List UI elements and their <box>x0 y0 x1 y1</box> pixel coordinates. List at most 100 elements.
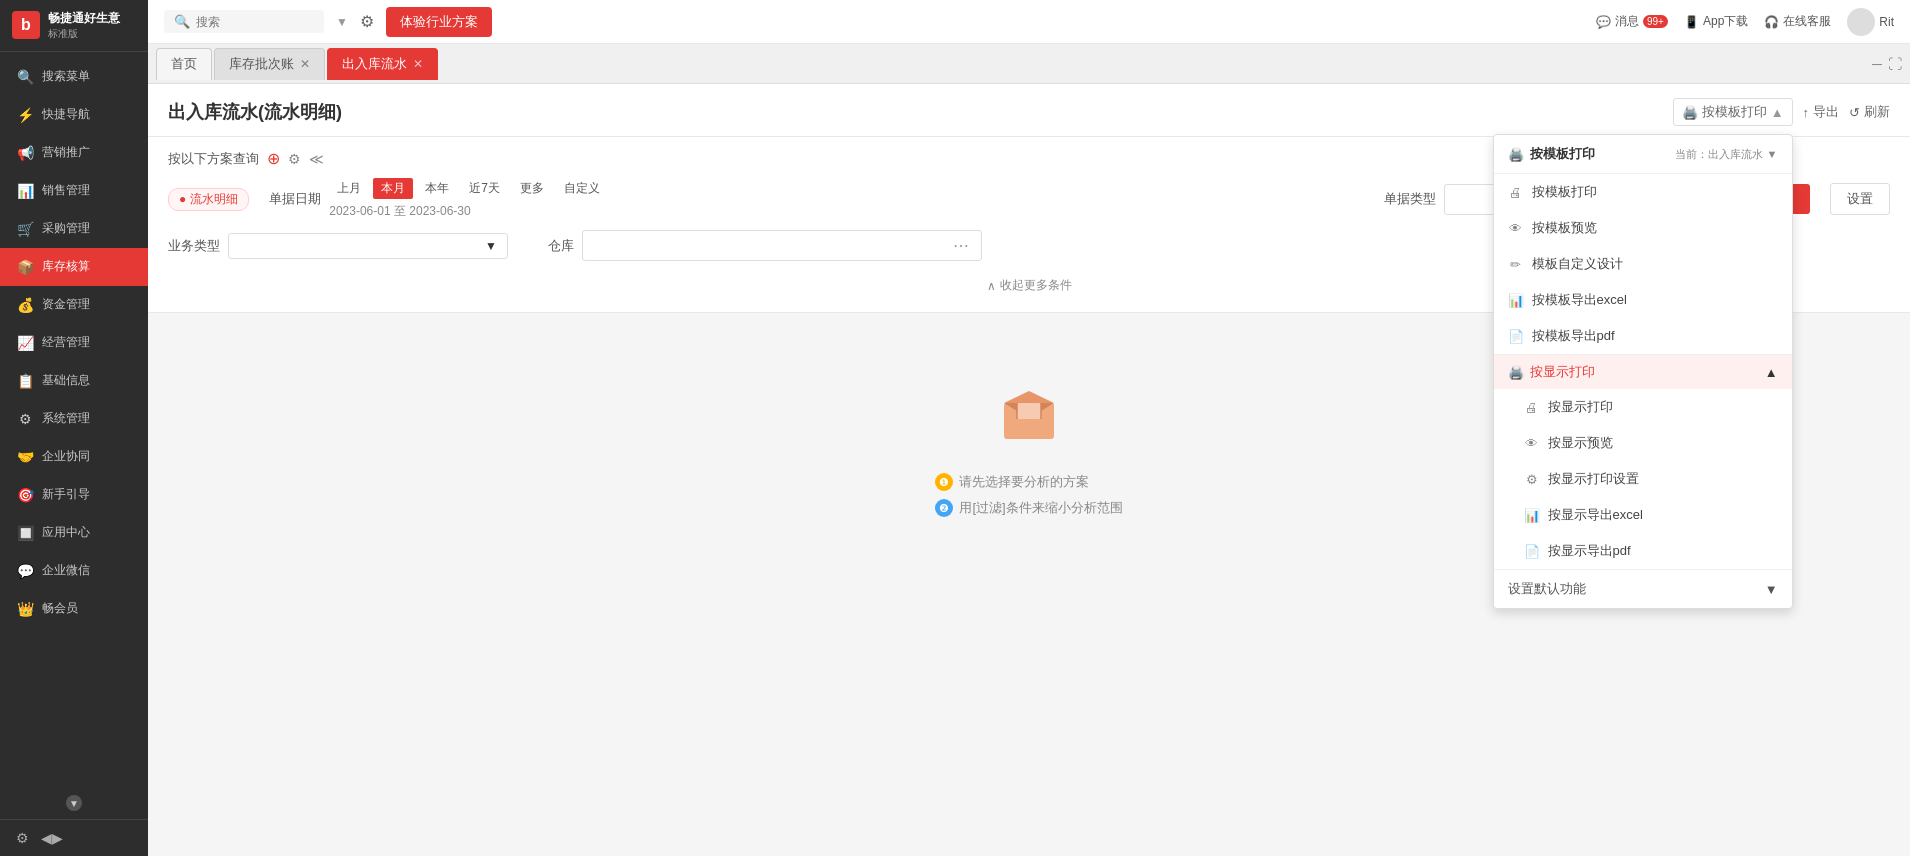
online-service-label: 在线客服 <box>1783 13 1831 30</box>
basic-icon: 📋 <box>16 372 34 390</box>
finance-icon: 💰 <box>16 296 34 314</box>
svg-rect-2 <box>1017 403 1041 419</box>
tab-flow[interactable]: 出入库流水 ✕ <box>327 48 438 80</box>
tab-batch-close[interactable]: ✕ <box>300 57 310 71</box>
sidebar-item-basic[interactable]: 📋 基础信息 <box>0 362 148 400</box>
display-section-label: 🖨️ 按显示打印 <box>1508 363 1595 381</box>
user-menu[interactable]: Rit <box>1847 8 1894 36</box>
panel-item-display-settings[interactable]: ⚙ 按显示打印设置 <box>1494 461 1792 497</box>
panel-display-excel-label: 按显示导出excel <box>1548 506 1643 524</box>
panel-item-display-excel[interactable]: 📊 按显示导出excel <box>1494 497 1792 533</box>
filter-add-icon[interactable]: ⊕ <box>267 149 280 168</box>
export-button[interactable]: ↑ 导出 <box>1803 103 1840 121</box>
tab-flow-close[interactable]: ✕ <box>413 57 423 71</box>
date-pill-this-year[interactable]: 本年 <box>417 178 457 199</box>
print-icon: 🖨️ <box>1682 105 1698 120</box>
sidebar-item-label-system: 系统管理 <box>42 410 90 427</box>
warehouse-more[interactable]: ⋯ <box>953 236 971 255</box>
panel-item-display-pdf[interactable]: 📄 按显示导出pdf <box>1494 533 1792 569</box>
message-button[interactable]: 💬 消息 99+ <box>1596 13 1668 30</box>
date-pill-custom[interactable]: 自定义 <box>556 178 608 199</box>
tab-flow-label: 出入库流水 <box>342 55 407 73</box>
business-type-arrow[interactable]: ▼ <box>485 239 497 253</box>
sidebar-item-finance[interactable]: 💰 资金管理 <box>0 286 148 324</box>
sidebar-scroll-down[interactable]: ▼ <box>66 795 82 811</box>
sidebar-item-marketing[interactable]: 📢 营销推广 <box>0 134 148 172</box>
sidebar-item-wechat[interactable]: 💬 企业微信 <box>0 552 148 590</box>
tab-home[interactable]: 首页 <box>156 48 212 80</box>
tip-number-1: ❶ <box>935 473 953 491</box>
panel-item-template-print[interactable]: 🖨 按模板打印 <box>1494 174 1792 210</box>
tab-maximize-icon[interactable]: ⛶ <box>1888 56 1902 72</box>
sidebar-item-sales[interactable]: 📊 销售管理 <box>0 172 148 210</box>
sidebar-item-operation[interactable]: 📈 经营管理 <box>0 324 148 362</box>
sidebar-nav: 🔍 搜索菜单 ⚡ 快捷导航 📢 营销推广 📊 销售管理 🛒 采购管理 📦 库存核… <box>0 52 148 787</box>
panel-template-preview-label: 按模板预览 <box>1532 219 1597 237</box>
online-service-button[interactable]: 🎧 在线客服 <box>1764 13 1831 30</box>
collapse-sidebar-icon[interactable]: ◀▶ <box>41 830 63 846</box>
date-pill-this-month[interactable]: 本月 <box>373 178 413 199</box>
search-icon: 🔍 <box>16 68 34 86</box>
marketing-icon: 📢 <box>16 144 34 162</box>
vip-icon: 👑 <box>16 600 34 618</box>
display-settings-icon: ⚙ <box>1524 471 1540 487</box>
user-name: Rit <box>1879 15 1894 29</box>
tab-expand-controls: ─ ⛶ <box>1872 56 1902 72</box>
warehouse-select[interactable]: ⋯ <box>582 230 982 261</box>
panel-item-display-preview[interactable]: 👁 按显示预览 <box>1494 425 1792 461</box>
print-dropdown-arrow[interactable]: ▲ <box>1771 105 1784 120</box>
refresh-icon: ↺ <box>1849 105 1860 120</box>
sidebar-item-appstore[interactable]: 🔲 应用中心 <box>0 514 148 552</box>
headset-icon: 🎧 <box>1764 15 1779 29</box>
tab-minimize-icon[interactable]: ─ <box>1872 56 1882 72</box>
sidebar-item-system[interactable]: ⚙ 系统管理 <box>0 400 148 438</box>
app-download-icon: 📱 <box>1684 15 1699 29</box>
filter-setting-icon[interactable]: ⚙ <box>288 151 301 167</box>
panel-item-template-excel[interactable]: 📊 按模板导出excel <box>1494 282 1792 318</box>
sidebar-item-newbie[interactable]: 🎯 新手引导 <box>0 476 148 514</box>
sidebar-item-inventory[interactable]: 📦 库存核算 <box>0 248 148 286</box>
current-dropdown-arrow[interactable]: ▼ <box>1767 148 1778 160</box>
sidebar-item-shortcut[interactable]: ⚡ 快捷导航 <box>0 96 148 134</box>
sidebar-item-vip[interactable]: 👑 畅会员 <box>0 590 148 628</box>
sidebar-footer: ⚙ ◀▶ <box>0 819 148 856</box>
refresh-button[interactable]: ↺ 刷新 <box>1849 103 1890 121</box>
topbar-dropdown-icon[interactable]: ▼ <box>336 15 348 29</box>
date-pill-7days[interactable]: 近7天 <box>461 178 508 199</box>
display-section-arrow[interactable]: ▲ <box>1765 365 1778 380</box>
sidebar-item-label-basic: 基础信息 <box>42 372 90 389</box>
settings-footer-icon[interactable]: ⚙ <box>16 830 29 846</box>
panel-item-template-pdf[interactable]: 📄 按模板导出pdf <box>1494 318 1792 354</box>
brand-info: 畅捷通好生意 标准版 <box>48 10 120 41</box>
panel-display-pdf-label: 按显示导出pdf <box>1548 542 1631 560</box>
sidebar-item-purchase[interactable]: 🛒 采购管理 <box>0 210 148 248</box>
panel-footer-default[interactable]: 设置默认功能 ▼ <box>1494 569 1792 608</box>
search-input[interactable] <box>196 15 296 29</box>
print-dropdown-panel: 🖨️ 按模板打印 当前：出入库流水 ▼ 🖨 按模板打印 <box>1493 134 1793 609</box>
panel-item-display-print[interactable]: 🖨 按显示打印 <box>1494 389 1792 425</box>
panel-display-print-label: 按显示打印 <box>1548 398 1613 416</box>
print-template-button[interactable]: 🖨️ 按模板打印 ▲ <box>1673 98 1793 126</box>
trial-button[interactable]: 体验行业方案 <box>386 7 492 37</box>
topbar-gear-icon[interactable]: ⚙ <box>360 12 374 31</box>
appstore-icon: 🔲 <box>16 524 34 542</box>
search-bar[interactable]: 🔍 <box>164 10 324 33</box>
sidebar-item-enterprise[interactable]: 🤝 企业协同 <box>0 438 148 476</box>
empty-tips: ❶ 请先选择要分析的方案 ❷ 用[过滤]条件来缩小分析范围 <box>935 469 1122 521</box>
app-download-button[interactable]: 📱 App下载 <box>1684 13 1748 30</box>
business-type-select[interactable]: ▼ <box>228 233 508 259</box>
panel-item-template-preview[interactable]: 👁 按模板预览 <box>1494 210 1792 246</box>
tab-batch[interactable]: 库存批次账 ✕ <box>214 48 325 80</box>
date-pill-more[interactable]: 更多 <box>512 178 552 199</box>
sidebar-item-label-marketing: 营销推广 <box>42 144 90 161</box>
panel-item-template-custom[interactable]: ✏ 模板自定义设计 <box>1494 246 1792 282</box>
filter-collapse-icon[interactable]: ≪ <box>309 151 324 167</box>
collapse-label: 收起更多条件 <box>1000 277 1072 294</box>
filter-tag[interactable]: ● 流水明细 <box>168 188 249 211</box>
warehouse-filter: 仓库 ⋯ <box>548 230 982 261</box>
sidebar-item-search[interactable]: 🔍 搜索菜单 <box>0 58 148 96</box>
shortcut-icon: ⚡ <box>16 106 34 124</box>
settings-button[interactable]: 设置 <box>1830 183 1890 215</box>
date-pill-last-month[interactable]: 上月 <box>329 178 369 199</box>
sidebar-item-label-appstore: 应用中心 <box>42 524 90 541</box>
